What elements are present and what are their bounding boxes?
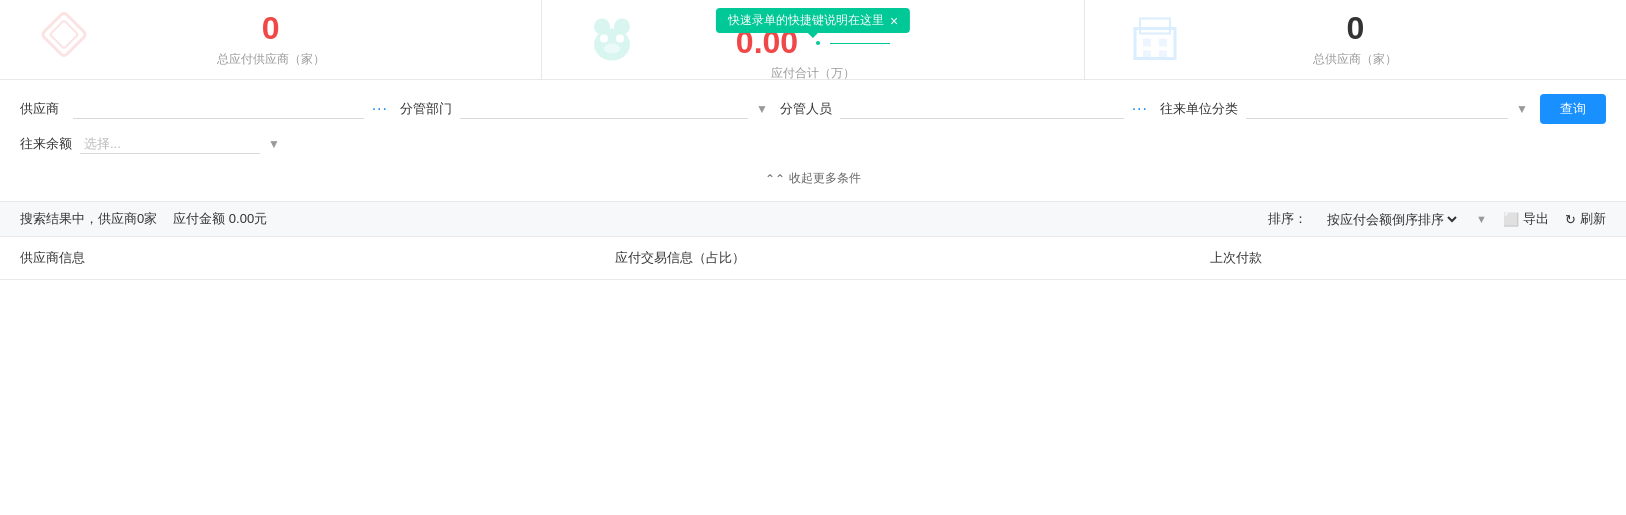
svg-point-6 <box>616 34 624 42</box>
tooltip-dot <box>814 39 822 47</box>
export-icon: ⬜ <box>1503 212 1519 227</box>
result-summary: 搜索结果中，供应商0家 <box>20 210 157 228</box>
stat-payable-total: 快速录单的快捷键说明在这里 × 0.00 应付合计（万） <box>542 0 1084 79</box>
filter-section: 供应商 ··· 分管部门 ▼ 分管人员 ··· 往来单位分类 ▼ 查询 往来余额 <box>0 80 1626 202</box>
collapse-text: 收起更多条件 <box>789 170 861 187</box>
result-bar: 搜索结果中，供应商0家 应付金额 0.00元 排序： 按应付会额倒序排序 ▼ ⬜… <box>0 202 1626 237</box>
col-last-payment-header: 上次付款 <box>1210 249 1607 267</box>
svg-point-5 <box>600 34 608 42</box>
result-info: 搜索结果中，供应商0家 应付金额 0.00元 <box>20 210 267 228</box>
sort-label: 排序： <box>1268 210 1307 228</box>
svg-rect-13 <box>1159 50 1167 58</box>
payable-suppliers-label: 总应付供应商（家） <box>217 51 325 68</box>
total-suppliers-label: 总供应商（家） <box>1313 51 1397 68</box>
col-transaction-header: 应付交易信息（占比） <box>615 249 1210 267</box>
person-dots[interactable]: ··· <box>1132 100 1148 118</box>
filter-supplier: 供应商 ··· <box>20 99 388 119</box>
supplier-label: 供应商 <box>20 100 65 118</box>
svg-rect-12 <box>1143 50 1151 58</box>
supplier-dots[interactable]: ··· <box>372 100 388 118</box>
department-input[interactable] <box>460 99 748 119</box>
svg-rect-11 <box>1159 38 1167 46</box>
stats-bar: 0 总应付供应商（家） 快速录单的快捷键说明在这里 × 0.00 应付合计（万） <box>0 0 1626 80</box>
svg-rect-10 <box>1143 38 1151 46</box>
filter-department: 分管部门 ▼ <box>400 99 768 119</box>
refresh-button[interactable]: ↻ 刷新 <box>1565 210 1606 228</box>
category-chevron[interactable]: ▼ <box>1516 102 1528 116</box>
tooltip-bubble: 快速录单的快捷键说明在这里 × <box>716 8 910 33</box>
result-amount: 应付金额 0.00元 <box>173 210 267 228</box>
stat-payable-suppliers: 0 总应付供应商（家） <box>0 0 542 79</box>
sort-select[interactable]: 按应付会额倒序排序 <box>1323 211 1460 228</box>
tooltip-text: 快速录单的快捷键说明在这里 <box>728 12 884 29</box>
export-label: 导出 <box>1523 210 1549 228</box>
balance-label: 往来余额 <box>20 135 72 153</box>
collapse-button[interactable]: ⌃⌃ 收起更多条件 <box>765 170 861 187</box>
diamond-icon <box>40 10 96 69</box>
person-input[interactable] <box>840 99 1124 119</box>
building-icon <box>1125 8 1185 71</box>
department-label: 分管部门 <box>400 100 452 118</box>
balance-input[interactable] <box>80 134 260 154</box>
svg-rect-0 <box>41 11 86 56</box>
refresh-label: 刷新 <box>1580 210 1606 228</box>
table-header: 供应商信息 应付交易信息（占比） 上次付款 <box>0 237 1626 280</box>
chevron-down-icon: ▼ <box>1476 213 1487 225</box>
supplier-input[interactable] <box>73 99 364 119</box>
filter-category: 往来单位分类 ▼ <box>1160 99 1528 119</box>
category-label: 往来单位分类 <box>1160 100 1238 118</box>
department-chevron[interactable]: ▼ <box>756 102 768 116</box>
export-button[interactable]: ⬜ 导出 <box>1503 210 1549 228</box>
svg-rect-9 <box>1140 18 1170 33</box>
svg-point-7 <box>604 43 620 53</box>
tooltip-line <box>830 43 890 44</box>
total-suppliers-number: 0 <box>1346 11 1364 46</box>
filter-row-2: 往来余额 ▼ <box>20 134 1606 154</box>
svg-rect-1 <box>50 20 78 48</box>
person-label: 分管人员 <box>780 100 832 118</box>
collapse-row: ⌃⌃ 收起更多条件 <box>20 164 1606 193</box>
balance-chevron[interactable]: ▼ <box>268 137 280 151</box>
filter-balance: 往来余额 ▼ <box>20 134 280 154</box>
payable-total-label: 应付合计（万） <box>771 65 855 82</box>
tooltip-close[interactable]: × <box>890 13 898 29</box>
collapse-up-icon: ⌃⌃ <box>765 172 785 186</box>
search-button[interactable]: 查询 <box>1540 94 1606 124</box>
stat-total-suppliers: 0 总供应商（家） <box>1085 0 1626 79</box>
payable-suppliers-number: 0 <box>262 11 280 46</box>
result-actions: 排序： 按应付会额倒序排序 ▼ ⬜ 导出 ↻ 刷新 <box>1268 210 1606 228</box>
refresh-icon: ↻ <box>1565 212 1576 227</box>
table-body <box>0 280 1626 515</box>
col-supplier-header: 供应商信息 <box>20 249 615 267</box>
bear-icon <box>582 8 642 71</box>
filter-person: 分管人员 ··· <box>780 99 1148 119</box>
category-input[interactable] <box>1246 99 1508 119</box>
filter-row-1: 供应商 ··· 分管部门 ▼ 分管人员 ··· 往来单位分类 ▼ 查询 <box>20 94 1606 124</box>
